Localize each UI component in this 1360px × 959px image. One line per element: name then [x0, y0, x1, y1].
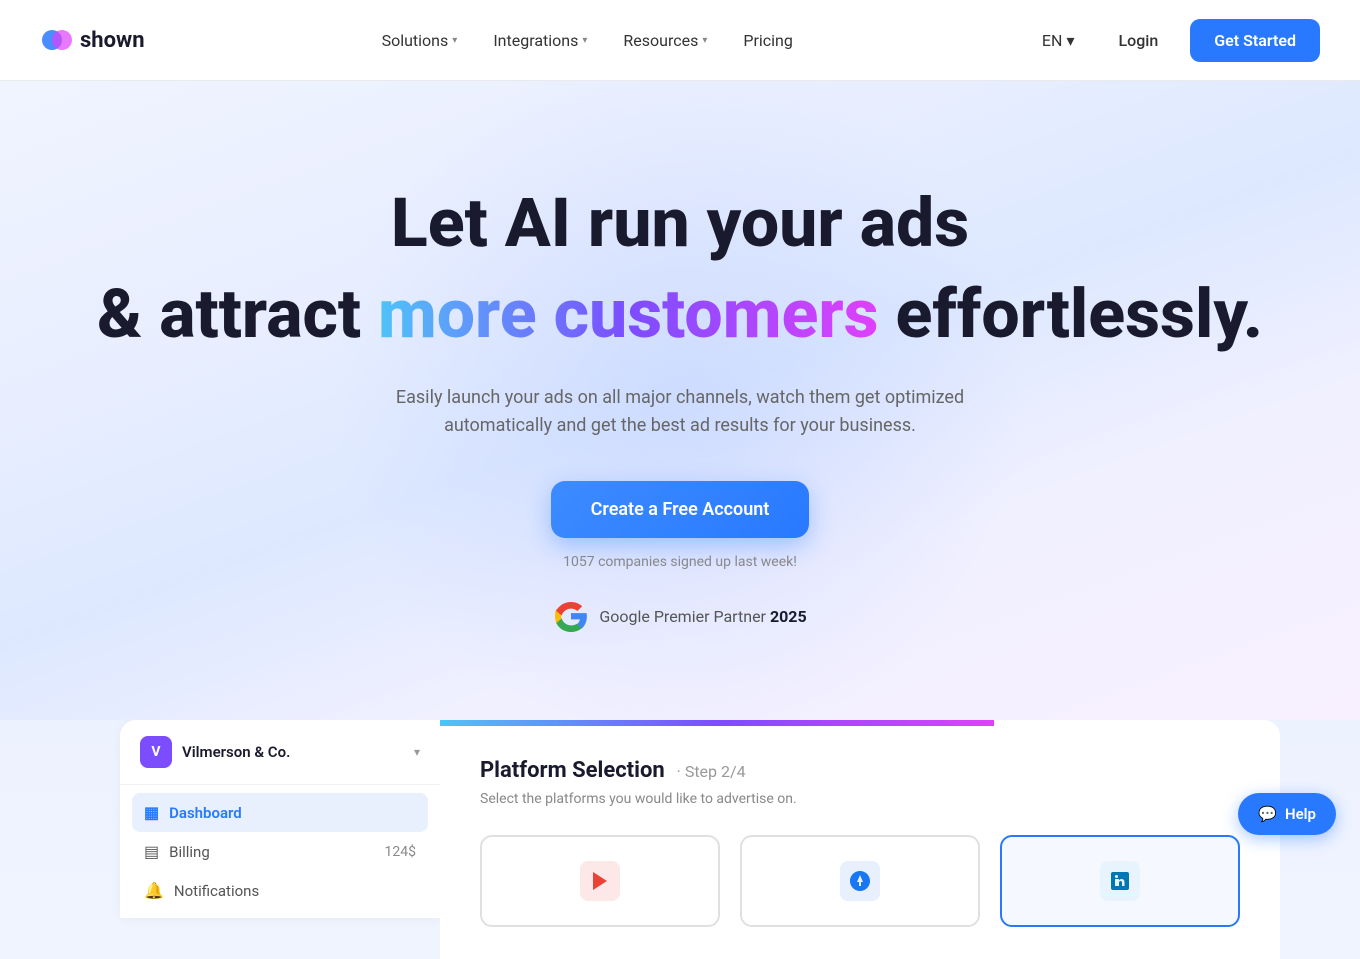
- billing-icon: ▤: [144, 842, 159, 861]
- nav-actions: EN ▾ Login Get Started: [1030, 19, 1320, 62]
- resources-chevron-icon: ▾: [702, 35, 707, 46]
- partner-text: Google Premier Partner 2025: [599, 607, 806, 626]
- preview-container: V Vilmerson & Co. ▾ ▦ Dashboard ▤ Billin…: [80, 720, 1280, 959]
- get-started-button[interactable]: Get Started: [1190, 19, 1320, 62]
- logo-icon: [40, 24, 72, 56]
- platform-card-linkedin[interactable]: [1000, 835, 1240, 927]
- nav-pricing[interactable]: Pricing: [727, 23, 809, 58]
- platform-card-google[interactable]: [480, 835, 720, 927]
- nav-links: Solutions ▾ Integrations ▾ Resources ▾ P…: [366, 23, 809, 58]
- solutions-chevron-icon: ▾: [452, 35, 457, 46]
- sidebar-label-notifications: Notifications: [174, 882, 259, 900]
- sidebar-label-dashboard: Dashboard: [169, 804, 242, 822]
- sidebar-label-billing: Billing: [169, 843, 210, 861]
- meta-icon: [840, 861, 880, 901]
- language-selector[interactable]: EN ▾: [1030, 23, 1087, 58]
- login-button[interactable]: Login: [1098, 23, 1178, 58]
- hero-description: Easily launch your ads on all major chan…: [380, 384, 980, 442]
- sidebar: V Vilmerson & Co. ▾ ▦ Dashboard ▤ Billin…: [120, 720, 440, 918]
- dashboard-icon: ▦: [144, 803, 159, 822]
- social-proof-text: 1057 companies signed up last week!: [563, 554, 797, 570]
- nav-resources[interactable]: Resources ▾: [607, 23, 723, 58]
- notifications-icon: 🔔: [144, 881, 164, 900]
- sidebar-nav: ▦ Dashboard ▤ Billing 124$ 🔔 Notificatio…: [120, 785, 440, 918]
- google-ads-icon: [580, 861, 620, 901]
- google-logo-icon: [553, 598, 589, 634]
- platform-selection-title: Platform Selection: [480, 758, 665, 783]
- billing-badge: 124$: [385, 844, 416, 860]
- logo-text: shown: [80, 28, 145, 53]
- hero-title-line1: Let AI run your ads: [391, 186, 969, 261]
- help-button[interactable]: 💬 Help: [1238, 793, 1336, 835]
- cta-button[interactable]: Create a Free Account: [551, 481, 810, 538]
- hero-section: Let AI run your ads & attract more custo…: [0, 80, 1360, 720]
- platform-cards: [480, 835, 1240, 927]
- preview-section: V Vilmerson & Co. ▾ ▦ Dashboard ▤ Billin…: [0, 720, 1360, 959]
- sidebar-item-dashboard[interactable]: ▦ Dashboard: [132, 793, 428, 832]
- sidebar-item-notifications[interactable]: 🔔 Notifications: [132, 871, 428, 910]
- main-panel: Platform Selection · Step 2/4 Select the…: [440, 720, 1280, 959]
- navbar: shown Solutions ▾ Integrations ▾ Resourc…: [0, 0, 1360, 80]
- nav-integrations[interactable]: Integrations ▾: [477, 23, 603, 58]
- help-label: Help: [1285, 805, 1316, 823]
- linkedin-icon: [1100, 861, 1140, 901]
- help-icon: 💬: [1258, 805, 1277, 823]
- google-partner-badge: Google Premier Partner 2025: [553, 598, 806, 634]
- platform-description: Select the platforms you would like to a…: [480, 791, 1240, 807]
- hero-title-line2: & attract more customers effortlessly.: [97, 277, 1263, 352]
- company-avatar: V: [140, 736, 172, 768]
- company-selector[interactable]: V Vilmerson & Co.: [140, 736, 290, 768]
- hero-highlight: more customers: [378, 274, 879, 354]
- lang-chevron-icon: ▾: [1066, 31, 1074, 50]
- sidebar-header: V Vilmerson & Co. ▾: [120, 720, 440, 785]
- company-chevron-icon: ▾: [414, 745, 420, 759]
- integrations-chevron-icon: ▾: [582, 35, 587, 46]
- nav-solutions[interactable]: Solutions ▾: [366, 23, 474, 58]
- platform-card-meta[interactable]: [740, 835, 980, 927]
- sidebar-item-billing[interactable]: ▤ Billing 124$: [132, 832, 428, 871]
- platform-step: · Step 2/4: [677, 762, 746, 781]
- partner-year: 2025: [770, 607, 807, 626]
- company-name: Vilmerson & Co.: [182, 743, 290, 761]
- platform-header: Platform Selection · Step 2/4: [480, 758, 1240, 783]
- logo[interactable]: shown: [40, 24, 145, 56]
- main-content: Platform Selection · Step 2/4 Select the…: [440, 726, 1280, 959]
